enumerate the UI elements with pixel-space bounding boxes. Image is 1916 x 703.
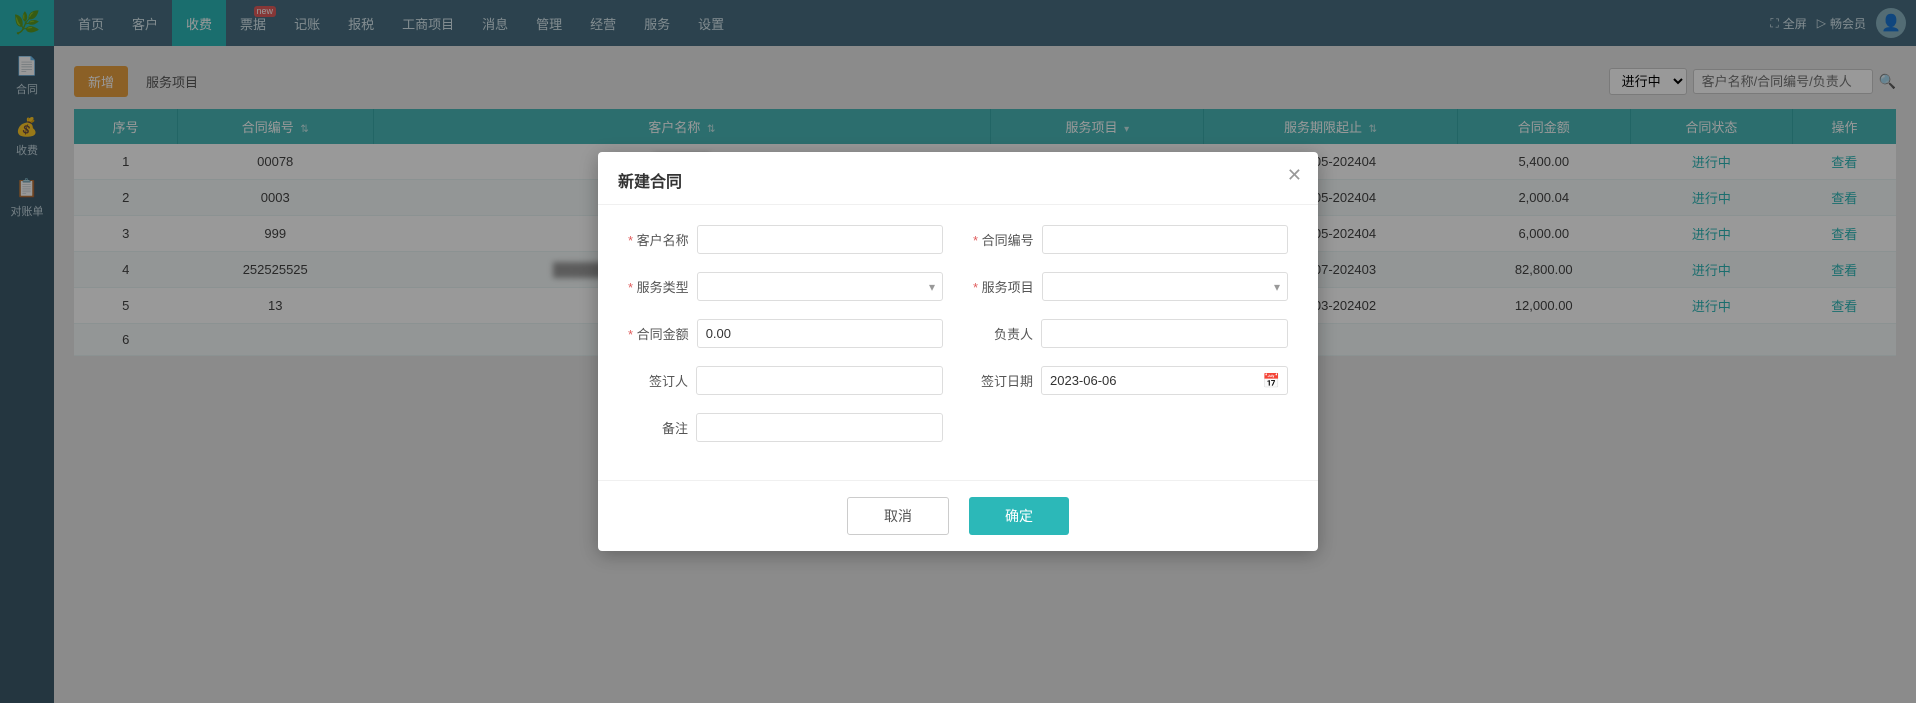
form-group-contract-no: 合同编号 bbox=[973, 225, 1288, 254]
form-group-service-type: 服务类型 bbox=[628, 272, 943, 301]
responsible-label: 负责人 bbox=[973, 324, 1033, 343]
new-contract-modal: 新建合同 ✕ 客户名称 合同编号 服务类型 bbox=[598, 152, 1318, 551]
form-group-sign-date: 签订日期 📅 bbox=[973, 366, 1288, 395]
amount-label: 合同金额 bbox=[628, 324, 689, 343]
modal-overlay: 新建合同 ✕ 客户名称 合同编号 服务类型 bbox=[0, 0, 1916, 703]
customer-name-input[interactable] bbox=[697, 225, 943, 254]
form-group-responsible: 负责人 bbox=[973, 319, 1288, 348]
cancel-button[interactable]: 取消 bbox=[847, 497, 949, 535]
form-group-customer: 客户名称 bbox=[628, 225, 943, 254]
sign-date-input[interactable] bbox=[1041, 366, 1288, 395]
form-row-1: 客户名称 合同编号 bbox=[628, 225, 1288, 254]
service-item-select-wrap bbox=[1042, 272, 1288, 301]
amount-input[interactable] bbox=[697, 319, 943, 348]
signer-label: 签订人 bbox=[628, 371, 688, 390]
service-type-select[interactable] bbox=[697, 272, 943, 301]
signer-input[interactable] bbox=[696, 366, 943, 395]
contract-no-label: 合同编号 bbox=[973, 230, 1034, 249]
service-type-label: 服务类型 bbox=[628, 277, 689, 296]
modal-footer: 取消 确定 bbox=[598, 480, 1318, 551]
service-item-select[interactable] bbox=[1042, 272, 1288, 301]
sign-date-wrap: 📅 bbox=[1041, 366, 1288, 395]
modal-title: 新建合同 bbox=[598, 152, 1318, 205]
form-group-amount: 合同金额 bbox=[628, 319, 943, 348]
form-row-5: 备注 bbox=[628, 413, 1288, 442]
form-group-service-item: 服务项目 bbox=[973, 272, 1288, 301]
calendar-icon[interactable]: 📅 bbox=[1263, 372, 1280, 389]
service-type-select-wrap bbox=[697, 272, 943, 301]
form-group-signer: 签订人 bbox=[628, 366, 943, 395]
modal-body: 客户名称 合同编号 服务类型 服务项目 bbox=[598, 205, 1318, 480]
remark-input[interactable] bbox=[696, 413, 943, 442]
confirm-button[interactable]: 确定 bbox=[969, 497, 1069, 535]
service-item-label: 服务项目 bbox=[973, 277, 1034, 296]
form-row-2: 服务类型 服务项目 bbox=[628, 272, 1288, 301]
modal-close-button[interactable]: ✕ bbox=[1287, 166, 1302, 184]
responsible-input[interactable] bbox=[1041, 319, 1288, 348]
contract-no-input[interactable] bbox=[1042, 225, 1288, 254]
form-row-4: 签订人 签订日期 📅 bbox=[628, 366, 1288, 395]
remark-label: 备注 bbox=[628, 418, 688, 437]
sign-date-label: 签订日期 bbox=[973, 371, 1033, 390]
customer-name-label: 客户名称 bbox=[628, 230, 689, 249]
form-group-remark: 备注 bbox=[628, 413, 943, 442]
form-row-3: 合同金额 负责人 bbox=[628, 319, 1288, 348]
